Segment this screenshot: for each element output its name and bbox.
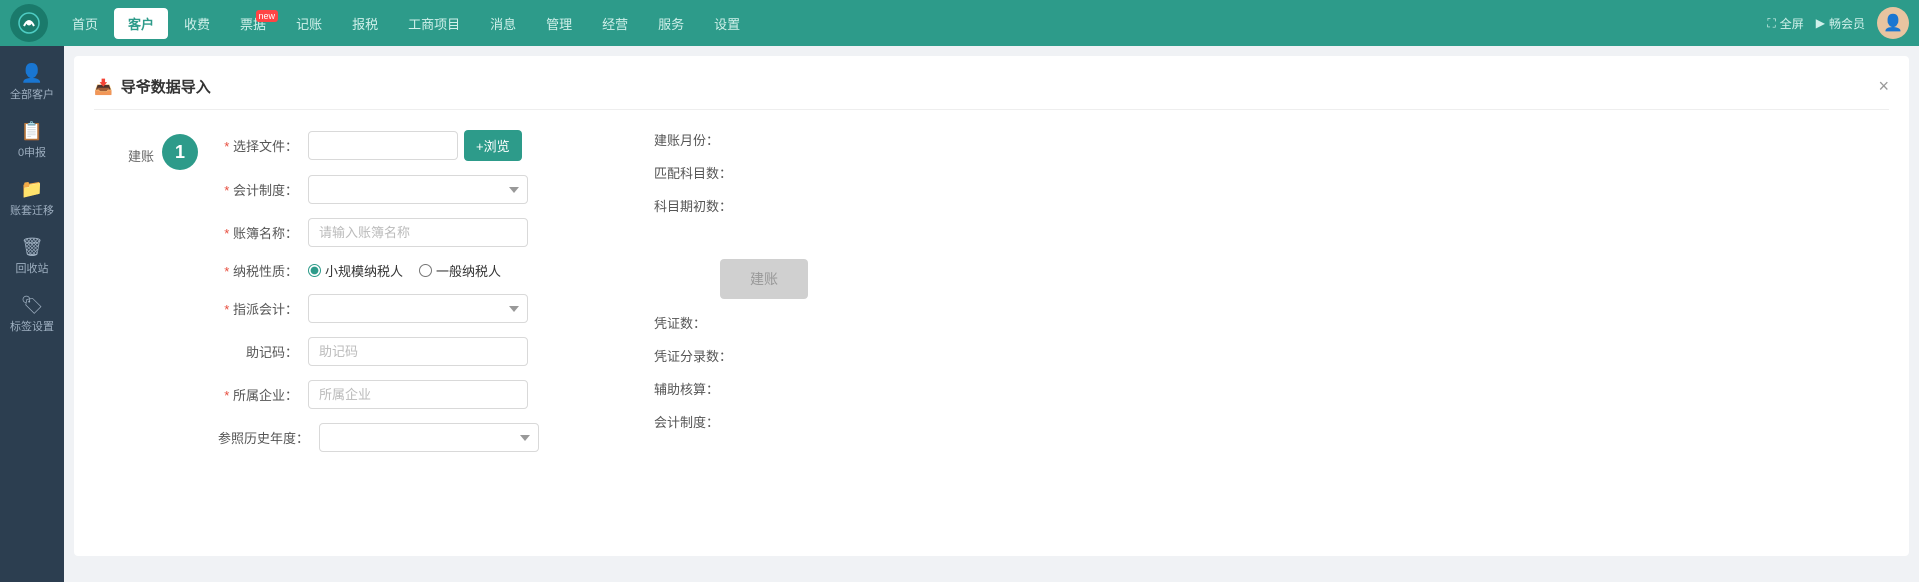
memo-input[interactable]: [308, 337, 528, 366]
accounting-system-select[interactable]: [308, 175, 528, 204]
subjects-init-row: 科目期初数：: [654, 196, 874, 215]
nav-tax[interactable]: 报税: [338, 8, 392, 39]
history-year-row: 参照历史年度：: [218, 423, 614, 452]
import-icon: 📥: [94, 78, 113, 96]
nav-home[interactable]: 首页: [58, 8, 112, 39]
ledger-name-row: * 账簿名称：: [218, 218, 614, 247]
nav-fees[interactable]: 收费: [170, 8, 224, 39]
content-area: 📥 导爷数据导入 × 建账 1: [64, 46, 1919, 582]
memo-label: 助记码：: [218, 342, 298, 361]
page-title-bar: 📥 导爷数据导入: [94, 76, 1889, 110]
nav-business[interactable]: 工商项目: [394, 8, 474, 39]
form-left: 建账 1 * 选择文件：: [94, 130, 614, 462]
sidebar-item-tag-settings[interactable]: 🏷 标签设置: [4, 288, 60, 342]
aux-label: 辅助核算：: [654, 379, 734, 398]
browse-button[interactable]: +浏览: [464, 130, 522, 161]
sidebar-item-recycle[interactable]: 🗑 回收站: [4, 230, 60, 284]
tax-type-row: * 纳税性质： 小规模纳税人: [218, 261, 614, 280]
file-label: * 选择文件：: [218, 136, 298, 155]
vouchers-row: 凭证数：: [654, 313, 874, 332]
ledger-name-input[interactable]: [308, 218, 528, 247]
build-account-label: 建账: [94, 146, 154, 165]
nav-services[interactable]: 服务: [644, 8, 698, 39]
memo-row: 助记码：: [218, 337, 614, 366]
top-navigation: 首页 客户 收费 票据 new 记账 报税 工商项目 消息 管理 经营 服务 设…: [0, 0, 1919, 46]
subjects-init-label: 科目期初数：: [654, 196, 734, 215]
accounting-system-row: * 会计制度：: [218, 175, 614, 204]
app-logo: [10, 4, 48, 42]
all-customers-icon: 👤: [21, 64, 43, 82]
accountant-row: * 指派会计：: [218, 294, 614, 323]
tag-settings-icon: 🏷: [21, 296, 44, 314]
tax-type-general[interactable]: 一般纳税人: [419, 261, 501, 280]
fullscreen-button[interactable]: ⛶ 全屏: [1767, 15, 1803, 32]
build-month-label: 建账月份：: [654, 130, 734, 149]
tax-type-small-radio[interactable]: [308, 264, 321, 277]
match-subjects-row: 匹配科目数：: [654, 163, 874, 182]
page-title: 导爷数据导入: [121, 76, 211, 97]
accounting-system-label: * 会计制度：: [218, 180, 298, 199]
nav-bookkeeping[interactable]: 记账: [282, 8, 336, 39]
build-account-button[interactable]: 建账: [720, 259, 808, 299]
recycle-icon: 🗑: [21, 238, 44, 256]
nav-messages[interactable]: 消息: [476, 8, 530, 39]
main-layout: 👤 全部客户 📋 0申报 📁 账套迁移 🗑 回收站 🏷 标签设置 📥 导爷数据导…: [0, 46, 1919, 582]
vip-button[interactable]: ▶ 畅会员: [1816, 15, 1865, 32]
file-row: * 选择文件： +浏览: [218, 130, 614, 161]
step-badge-1: 1: [162, 134, 198, 170]
history-year-label: 参照历史年度：: [218, 428, 309, 447]
page-card: 📥 导爷数据导入 × 建账 1: [74, 56, 1909, 556]
sidebar-item-all-customers[interactable]: 👤 全部客户: [4, 56, 60, 110]
accountant-select[interactable]: [308, 294, 528, 323]
form-container: 建账 1 * 选择文件：: [94, 130, 1889, 462]
nav-invoices[interactable]: 票据 new: [226, 8, 280, 39]
tax-type-general-radio[interactable]: [419, 264, 432, 277]
form-right: 建账月份： 匹配科目数： 科目期初数： 建账 凭证: [654, 130, 874, 462]
user-avatar[interactable]: 👤: [1877, 7, 1909, 39]
nav-customers[interactable]: 客户: [114, 8, 168, 39]
close-button[interactable]: ×: [1878, 76, 1889, 97]
sidebar-item-account-migration[interactable]: 📁 账套迁移: [4, 172, 60, 226]
nav-operations[interactable]: 经营: [588, 8, 642, 39]
company-label: * 所属企业：: [218, 385, 298, 404]
aux-row: 辅助核算：: [654, 379, 874, 398]
zero-declaration-icon: 📋: [21, 122, 43, 140]
nav-settings[interactable]: 设置: [700, 8, 754, 39]
company-input[interactable]: [308, 380, 528, 409]
vouchers-label: 凭证数：: [654, 313, 734, 332]
nav-items: 首页 客户 收费 票据 new 记账 报税 工商项目 消息 管理 经营 服务 设…: [58, 8, 1767, 39]
build-month-row: 建账月份：: [654, 130, 874, 149]
sidebar: 👤 全部客户 📋 0申报 📁 账套迁移 🗑 回收站 🏷 标签设置: [0, 46, 64, 582]
voucher-entries-row: 凭证分录数：: [654, 346, 874, 365]
sidebar-item-zero-declaration[interactable]: 📋 0申报: [4, 114, 60, 168]
right-accounting-system-label: 会计制度：: [654, 412, 734, 431]
tax-type-small[interactable]: 小规模纳税人: [308, 261, 403, 280]
match-subjects-label: 匹配科目数：: [654, 163, 734, 182]
nav-right-area: ⛶ 全屏 ▶ 畅会员 👤: [1767, 7, 1909, 39]
file-text-input[interactable]: [308, 131, 458, 160]
ledger-name-label: * 账簿名称：: [218, 223, 298, 242]
file-input-group: +浏览: [308, 130, 522, 161]
voucher-entries-label: 凭证分录数：: [654, 346, 734, 365]
account-migration-icon: 📁: [21, 180, 43, 198]
tax-type-radio-group: 小规模纳税人 一般纳税人: [308, 261, 501, 280]
form-fields: * 选择文件： +浏览 *: [218, 130, 614, 452]
company-row: * 所属企业：: [218, 380, 614, 409]
right-accounting-system-row: 会计制度：: [654, 412, 874, 431]
tax-type-label: * 纳税性质：: [218, 261, 298, 280]
nav-management[interactable]: 管理: [532, 8, 586, 39]
accountant-label: * 指派会计：: [218, 299, 298, 318]
history-year-select[interactable]: [319, 423, 539, 452]
form-step-1: 建账 1 * 选择文件：: [94, 130, 614, 452]
new-badge: new: [256, 10, 279, 22]
